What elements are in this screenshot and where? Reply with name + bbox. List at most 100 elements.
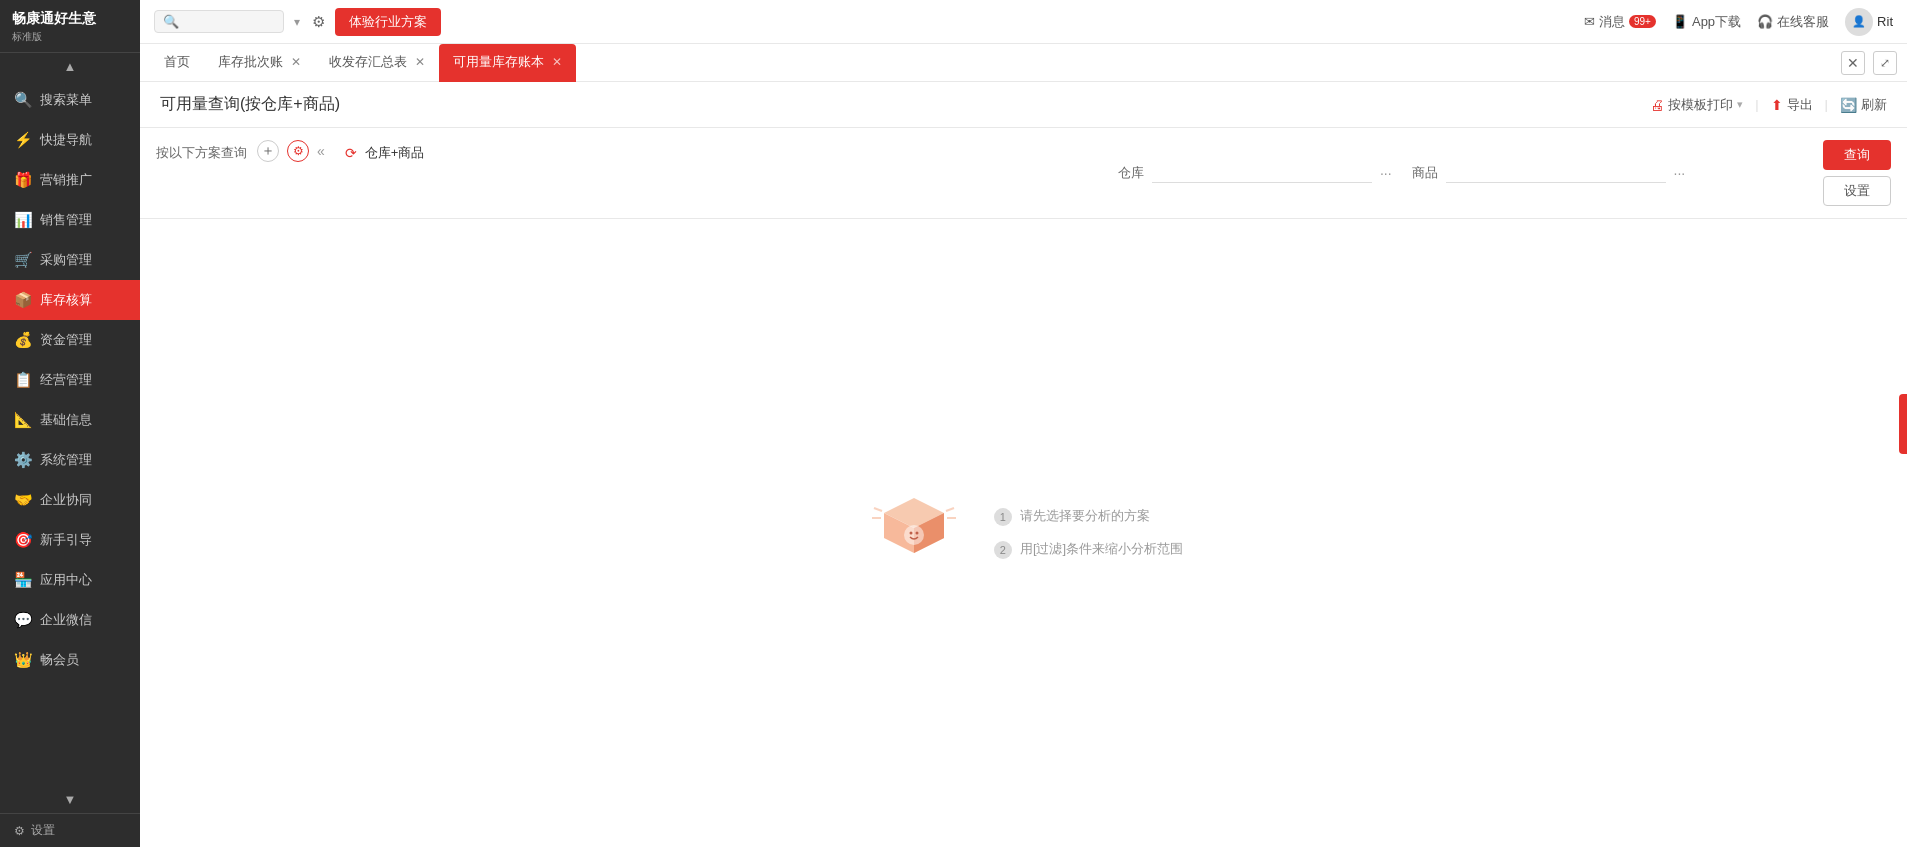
sidebar-item-purchase[interactable]: 🛒 采购管理 [0, 240, 140, 280]
sidebar: 畅康通好生意 标准版 ▲ 🔍 搜索菜单 ⚡ 快捷导航 🎁 营销推广 📊 销售管理… [0, 0, 140, 847]
app-download-action[interactable]: 📱 App下载 [1672, 13, 1741, 31]
sales-icon: 📊 [14, 211, 32, 229]
topbar-search-icon: 🔍 [163, 14, 179, 29]
warehouse-input[interactable] [1152, 163, 1372, 183]
filter-scheme-warehouse-product[interactable]: ⟳ 仓库+商品 [335, 140, 1108, 166]
app-download-label: App下载 [1692, 13, 1741, 31]
sidebar-menu: 🔍 搜索菜单 ⚡ 快捷导航 🎁 营销推广 📊 销售管理 🛒 采购管理 📦 库存核… [0, 80, 140, 786]
tab-available-qty-label: 可用量库存账本 [453, 53, 544, 71]
empty-box-svg [864, 483, 964, 583]
tip-text-1: 请先选择要分析的方案 [1020, 507, 1150, 525]
product-more-icon[interactable]: ··· [1674, 165, 1686, 181]
tab-home[interactable]: 首页 [150, 44, 204, 82]
shortcut-icon: ⚡ [14, 131, 32, 149]
topbar-search-box[interactable]: 🔍 [154, 10, 284, 33]
filter-inputs: 仓库 ··· 商品 ··· 查询 设置 [1108, 140, 1891, 206]
topbar-chevron-icon[interactable]: ▾ [294, 15, 300, 29]
sidebar-item-sales[interactable]: 📊 销售管理 [0, 200, 140, 240]
refresh-label: 刷新 [1861, 96, 1887, 114]
sidebar-settings[interactable]: ⚙ 设置 [0, 813, 140, 847]
svg-point-3 [904, 525, 924, 545]
purchase-icon: 🛒 [14, 251, 32, 269]
app-tag: 标准版 [12, 30, 128, 44]
trial-button[interactable]: 体验行业方案 [335, 8, 441, 36]
avatar: 👤 [1845, 8, 1873, 36]
member-icon: 👑 [14, 651, 32, 669]
content-area: 可用量查询(按仓库+商品) 🖨 按模板打印 ▾ | ⬆ 导出 | 🔄 刷新 [140, 82, 1907, 847]
tab-receive-summary[interactable]: 收发存汇总表 ✕ [315, 44, 439, 82]
user-profile[interactable]: 👤 Rit [1845, 8, 1893, 36]
tab-batch-account[interactable]: 库存批次账 ✕ [204, 44, 315, 82]
sidebar-item-label: 企业微信 [40, 611, 92, 629]
sidebar-item-label: 畅会员 [40, 651, 79, 669]
appstore-icon: 🏪 [14, 571, 32, 589]
sidebar-scroll-up[interactable]: ▲ [0, 53, 140, 80]
divider: | [1755, 97, 1758, 112]
product-input-group: 商品 ··· [1412, 163, 1686, 183]
empty-tip-1: 1 请先选择要分析的方案 [994, 507, 1183, 526]
refresh-icon: 🔄 [1840, 97, 1857, 113]
tab-expand-button[interactable]: ⤢ [1873, 51, 1897, 75]
filter-area: 按以下方案查询 ＋ ⚙ « ⟳ 仓库+商品 仓库 ··· 商品 [140, 128, 1907, 219]
filter-add-button[interactable]: ＋ [257, 140, 279, 162]
tab-home-label: 首页 [164, 53, 190, 71]
message-action[interactable]: ✉ 消息 99+ [1584, 13, 1656, 31]
sidebar-item-system[interactable]: ⚙️ 系统管理 [0, 440, 140, 480]
wechat-icon: 💬 [14, 611, 32, 629]
sidebar-item-basic[interactable]: 📐 基础信息 [0, 400, 140, 440]
query-button[interactable]: 查询 [1823, 140, 1891, 170]
tip-num-2: 2 [994, 541, 1012, 559]
tab-receive-summary-label: 收发存汇总表 [329, 53, 407, 71]
avatar-placeholder: 👤 [1852, 15, 1866, 28]
finance-icon: 💰 [14, 331, 32, 349]
tab-available-qty-close[interactable]: ✕ [552, 55, 562, 69]
print-label: 按模板打印 [1668, 96, 1733, 114]
product-input[interactable] [1446, 163, 1666, 183]
message-badge: 99+ [1629, 15, 1656, 28]
refresh-button[interactable]: 🔄 刷新 [1840, 96, 1887, 114]
online-service-action[interactable]: 🎧 在线客服 [1757, 13, 1829, 31]
tip-num-1: 1 [994, 508, 1012, 526]
export-button[interactable]: ⬆ 导出 [1771, 96, 1813, 114]
sidebar-item-marketing[interactable]: 🎁 营销推广 [0, 160, 140, 200]
sidebar-item-search[interactable]: 🔍 搜索菜单 [0, 80, 140, 120]
print-template-button[interactable]: 🖨 按模板打印 ▾ [1650, 96, 1743, 114]
tab-close-all-button[interactable]: ✕ [1841, 51, 1865, 75]
system-icon: ⚙️ [14, 451, 32, 469]
query-actions: 查询 设置 [1823, 140, 1891, 206]
message-label: 消息 [1599, 13, 1625, 31]
sidebar-scroll-down[interactable]: ▼ [0, 786, 140, 813]
filter-collapse-icon[interactable]: « [317, 143, 325, 159]
marketing-icon: 🎁 [14, 171, 32, 189]
topbar-gear-icon[interactable]: ⚙ [312, 13, 325, 31]
sidebar-item-newbie[interactable]: 🎯 新手引导 [0, 520, 140, 560]
sidebar-item-finance[interactable]: 💰 资金管理 [0, 320, 140, 360]
topbar-search-input[interactable] [184, 15, 274, 29]
sidebar-item-appstore[interactable]: 🏪 应用中心 [0, 560, 140, 600]
sidebar-item-inventory[interactable]: 📦 库存核算 [0, 280, 140, 320]
page-header-actions: 🖨 按模板打印 ▾ | ⬆ 导出 | 🔄 刷新 [1650, 96, 1887, 114]
sidebar-item-enterprise[interactable]: 🤝 企业协同 [0, 480, 140, 520]
filter-settings-button[interactable]: ⚙ [287, 140, 309, 162]
sidebar-item-shortcut[interactable]: ⚡ 快捷导航 [0, 120, 140, 160]
newbie-icon: 🎯 [14, 531, 32, 549]
online-service-label: 在线客服 [1777, 13, 1829, 31]
settings-button[interactable]: 设置 [1823, 176, 1891, 206]
empty-content: 1 请先选择要分析的方案 2 用[过滤]条件来缩小分析范围 [864, 483, 1183, 583]
topbar: 🔍 ▾ ⚙ 体验行业方案 ✉ 消息 99+ 📱 App下载 🎧 在线客服 👤 [140, 0, 1907, 44]
sidebar-item-member[interactable]: 👑 畅会员 [0, 640, 140, 680]
sidebar-item-operations[interactable]: 📋 经营管理 [0, 360, 140, 400]
headset-icon: 🎧 [1757, 14, 1773, 29]
right-edge-indicator [1899, 394, 1907, 454]
tab-receive-summary-close[interactable]: ✕ [415, 55, 425, 69]
empty-illustration [864, 483, 964, 583]
sidebar-item-label: 新手引导 [40, 531, 92, 549]
sidebar-item-wechat[interactable]: 💬 企业微信 [0, 600, 140, 640]
sidebar-item-label: 搜索菜单 [40, 91, 92, 109]
warehouse-more-icon[interactable]: ··· [1380, 165, 1392, 181]
tab-batch-account-close[interactable]: ✕ [291, 55, 301, 69]
settings-icon: ⚙ [14, 824, 25, 838]
tab-available-qty[interactable]: 可用量库存账本 ✕ [439, 44, 576, 82]
sidebar-item-label: 快捷导航 [40, 131, 92, 149]
sidebar-item-label: 应用中心 [40, 571, 92, 589]
